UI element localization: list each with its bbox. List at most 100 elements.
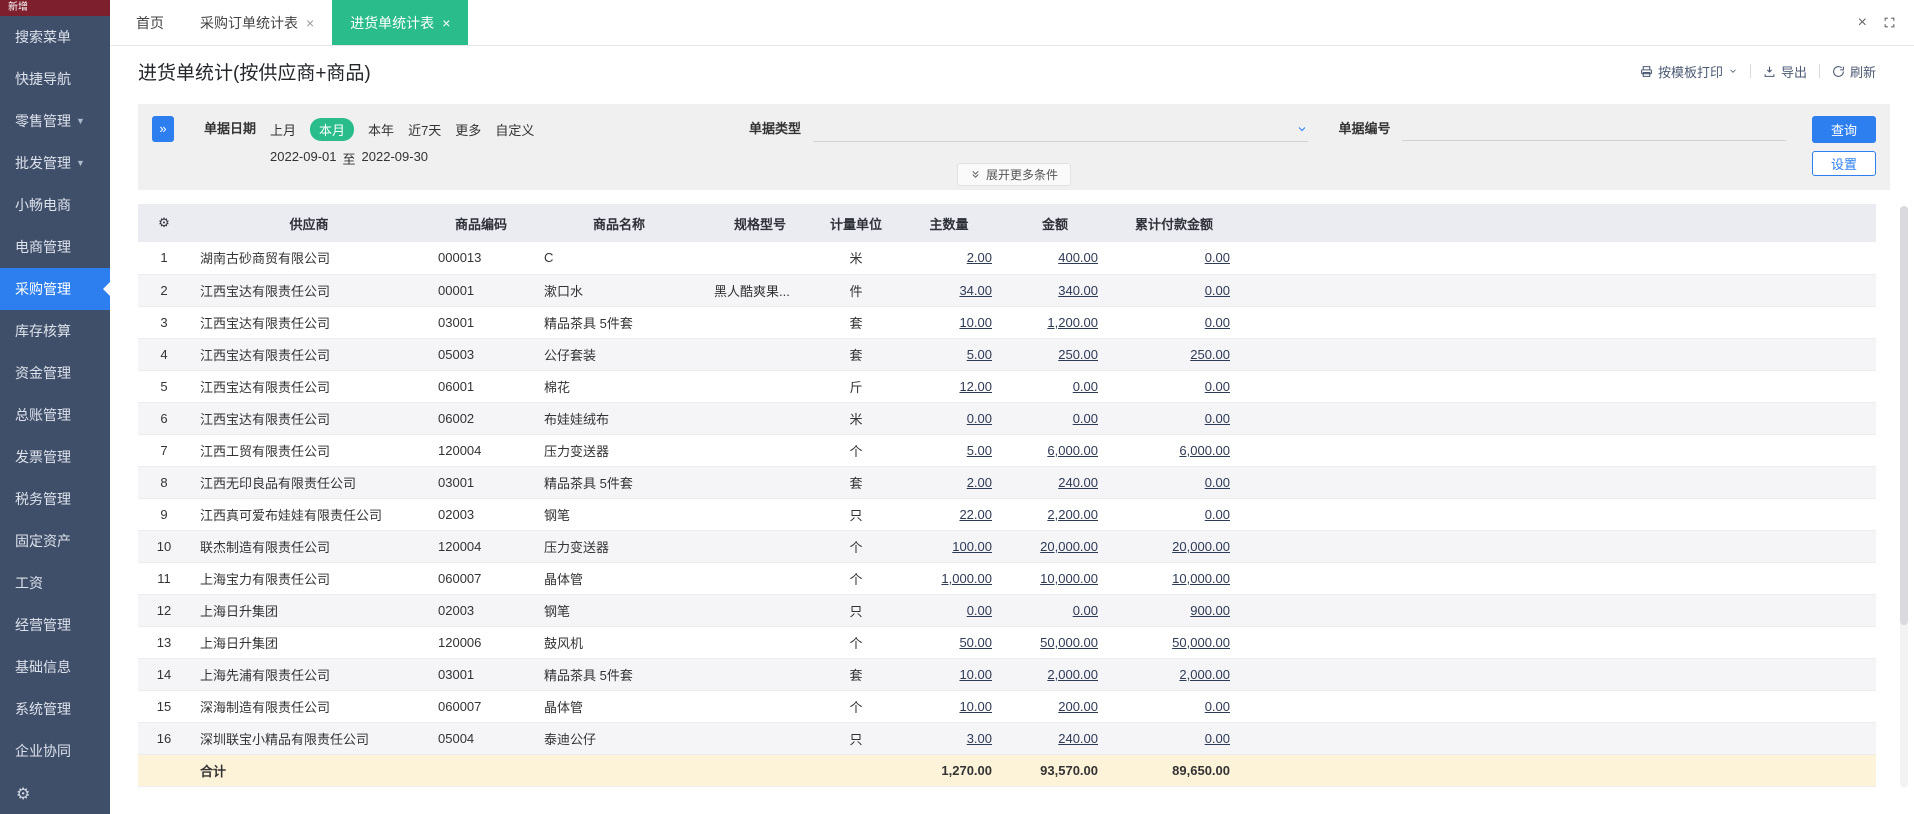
table-row[interactable]: 1 湖南古砂商贸有限公司 000013 C 米 2.00 400.00 0.00 <box>138 242 1876 275</box>
cell-value-link[interactable]: 3.00 <box>967 731 992 746</box>
gear-icon[interactable]: ⚙ <box>16 784 30 804</box>
table-row[interactable]: 12 上海日升集团 02003 钢笔 只 0.00 0.00 900.00 <box>138 594 1876 627</box>
date-option-本月[interactable]: 本月 <box>310 117 355 141</box>
cell-value-link[interactable]: 6,000.00 <box>1047 443 1098 458</box>
sidebar-item-采购管理[interactable]: 采购管理 <box>0 268 110 310</box>
column-header-spec[interactable]: 规格型号 <box>704 204 816 242</box>
cell-value-link[interactable]: 1,200.00 <box>1047 315 1098 330</box>
print-template-button[interactable]: 按模板打印 <box>1628 62 1750 81</box>
query-button[interactable]: 查询 <box>1812 116 1876 143</box>
cell-value-link[interactable]: 900.00 <box>1190 603 1230 618</box>
date-option-上月[interactable]: 上月 <box>270 120 296 139</box>
sidebar-item-快捷导航[interactable]: 快捷导航 <box>0 58 110 100</box>
sidebar-item-库存核算[interactable]: 库存核算 <box>0 310 110 352</box>
cell-value-link[interactable]: 50,000.00 <box>1040 635 1098 650</box>
window-close-icon[interactable]: × <box>1858 14 1867 32</box>
table-row[interactable]: 16 深圳联宝小精品有限责任公司 05004 泰迪公仔 只 3.00 240.00 0.00 <box>138 722 1876 755</box>
table-row[interactable]: 11 上海宝力有限责任公司 060007 晶体管 个 1,000.00 10,000.00 1… <box>138 562 1876 595</box>
sidebar-item-经营管理[interactable]: 经营管理 <box>0 604 110 646</box>
cell-value-link[interactable]: 400.00 <box>1058 250 1098 265</box>
cell-value-link[interactable]: 0.00 <box>1205 507 1230 522</box>
cell-value-link[interactable]: 250.00 <box>1190 347 1230 362</box>
column-header-amount[interactable]: 金额 <box>1002 204 1108 242</box>
export-button[interactable]: 导出 <box>1751 62 1819 81</box>
column-header-qty[interactable]: 主数量 <box>896 204 1002 242</box>
cell-value-link[interactable]: 50,000.00 <box>1172 635 1230 650</box>
cell-value-link[interactable]: 10,000.00 <box>1172 571 1230 586</box>
cell-value-link[interactable]: 200.00 <box>1058 699 1098 714</box>
sidebar-item-固定资产[interactable]: 固定资产 <box>0 520 110 562</box>
cell-value-link[interactable]: 0.00 <box>1073 379 1098 394</box>
sidebar-item-税务管理[interactable]: 税务管理 <box>0 478 110 520</box>
window-maximize-icon[interactable] <box>1883 16 1896 29</box>
expand-more-conditions-button[interactable]: 展开更多条件 <box>956 163 1072 186</box>
cell-value-link[interactable]: 100.00 <box>952 539 992 554</box>
table-row[interactable]: 15 深海制造有限责任公司 060007 晶体管 个 10.00 200.00 0.00 <box>138 690 1876 723</box>
tab-采购订单统计表[interactable]: 采购订单统计表 × <box>182 0 332 45</box>
cell-value-link[interactable]: 34.00 <box>959 283 992 298</box>
date-option-本年[interactable]: 本年 <box>368 120 394 139</box>
table-row[interactable]: 6 江西宝达有限责任公司 06002 布娃娃绒布 米 0.00 0.00 0.00 <box>138 402 1876 435</box>
sidebar-item-系统管理[interactable]: 系统管理 <box>0 688 110 730</box>
table-row[interactable]: 14 上海先浦有限责任公司 03001 精品茶具 5件套 套 10.00 2,000.00 2… <box>138 658 1876 691</box>
cell-value-link[interactable]: 2,000.00 <box>1179 667 1230 682</box>
cell-value-link[interactable]: 2.00 <box>967 250 992 265</box>
cell-value-link[interactable]: 6,000.00 <box>1179 443 1230 458</box>
tab-close-icon[interactable]: × <box>442 16 450 30</box>
cell-value-link[interactable]: 10.00 <box>959 667 992 682</box>
cell-value-link[interactable]: 2.00 <box>967 475 992 490</box>
cell-value-link[interactable]: 5.00 <box>967 347 992 362</box>
date-option-更多[interactable]: 更多 <box>455 120 481 139</box>
sidebar-item-资金管理[interactable]: 资金管理 <box>0 352 110 394</box>
cell-value-link[interactable]: 0.00 <box>967 603 992 618</box>
cell-value-link[interactable]: 0.00 <box>1205 699 1230 714</box>
sidebar-item-零售管理[interactable]: 零售管理 ▼ <box>0 100 110 142</box>
sidebar-item-总账管理[interactable]: 总账管理 <box>0 394 110 436</box>
cell-value-link[interactable]: 0.00 <box>1205 475 1230 490</box>
cell-value-link[interactable]: 240.00 <box>1058 475 1098 490</box>
cell-value-link[interactable]: 0.00 <box>1205 731 1230 746</box>
date-range[interactable]: 2022-09-01 至 2022-09-30 <box>270 149 534 168</box>
column-header-name[interactable]: 商品名称 <box>534 204 704 242</box>
cell-value-link[interactable]: 250.00 <box>1058 347 1098 362</box>
cell-value-link[interactable]: 340.00 <box>1058 283 1098 298</box>
date-option-近7天[interactable]: 近7天 <box>408 120 441 139</box>
date-option-自定义[interactable]: 自定义 <box>495 120 534 139</box>
cell-value-link[interactable]: 50.00 <box>959 635 992 650</box>
column-header-supplier[interactable]: 供应商 <box>190 204 428 242</box>
sidebar-item-企业协同[interactable]: 企业协同 <box>0 730 110 772</box>
cell-value-link[interactable]: 0.00 <box>1205 379 1230 394</box>
cell-value-link[interactable]: 10,000.00 <box>1040 571 1098 586</box>
table-row[interactable]: 2 江西宝达有限责任公司 00001 漱口水 黑人酷爽果... 件 34.00 340.00 0… <box>138 274 1876 307</box>
cell-value-link[interactable]: 0.00 <box>1205 250 1230 265</box>
sidebar-item-工资[interactable]: 工资 <box>0 562 110 604</box>
vertical-scrollbar[interactable] <box>1900 206 1908 788</box>
table-row[interactable]: 13 上海日升集团 120006 鼓风机 个 50.00 50,000.00 50,000.0… <box>138 626 1876 659</box>
sidebar-item-批发管理[interactable]: 批发管理 ▼ <box>0 142 110 184</box>
column-header-code[interactable]: 商品编码 <box>428 204 534 242</box>
cell-value-link[interactable]: 20,000.00 <box>1172 539 1230 554</box>
tab-首页[interactable]: 首页 <box>118 0 182 45</box>
table-row[interactable]: 3 江西宝达有限责任公司 03001 精品茶具 5件套 套 10.00 1,200.00 0.… <box>138 306 1876 339</box>
table-row[interactable]: 7 江西工贸有限责任公司 120004 压力变送器 个 5.00 6,000.00 6,000… <box>138 434 1876 467</box>
cell-value-link[interactable]: 1,000.00 <box>941 571 992 586</box>
cell-value-link[interactable]: 2,000.00 <box>1047 667 1098 682</box>
sidebar-item-发票管理[interactable]: 发票管理 <box>0 436 110 478</box>
document-number-input[interactable] <box>1402 116 1786 141</box>
scrollbar-thumb[interactable] <box>1900 206 1908 626</box>
cell-value-link[interactable]: 5.00 <box>967 443 992 458</box>
sidebar-item-电商管理[interactable]: 电商管理 <box>0 226 110 268</box>
document-type-select[interactable] <box>813 116 1309 142</box>
table-row[interactable]: 10 联杰制造有限责任公司 120004 压力变送器 个 100.00 20,000.00 2… <box>138 530 1876 563</box>
cell-value-link[interactable]: 22.00 <box>959 507 992 522</box>
cell-value-link[interactable]: 0.00 <box>967 411 992 426</box>
cell-value-link[interactable]: 20,000.00 <box>1040 539 1098 554</box>
date-start[interactable]: 2022-09-01 <box>270 149 337 168</box>
collapse-filter-button[interactable]: » <box>152 116 174 142</box>
cell-value-link[interactable]: 240.00 <box>1058 731 1098 746</box>
table-row[interactable]: 5 江西宝达有限责任公司 06001 棉花 斤 12.00 0.00 0.00 <box>138 370 1876 403</box>
refresh-button[interactable]: 刷新 <box>1820 62 1888 81</box>
tab-进货单统计表[interactable]: 进货单统计表 × <box>332 0 469 45</box>
cell-value-link[interactable]: 12.00 <box>959 379 992 394</box>
sidebar-item-搜索菜单[interactable]: 搜索菜单 <box>0 16 110 58</box>
